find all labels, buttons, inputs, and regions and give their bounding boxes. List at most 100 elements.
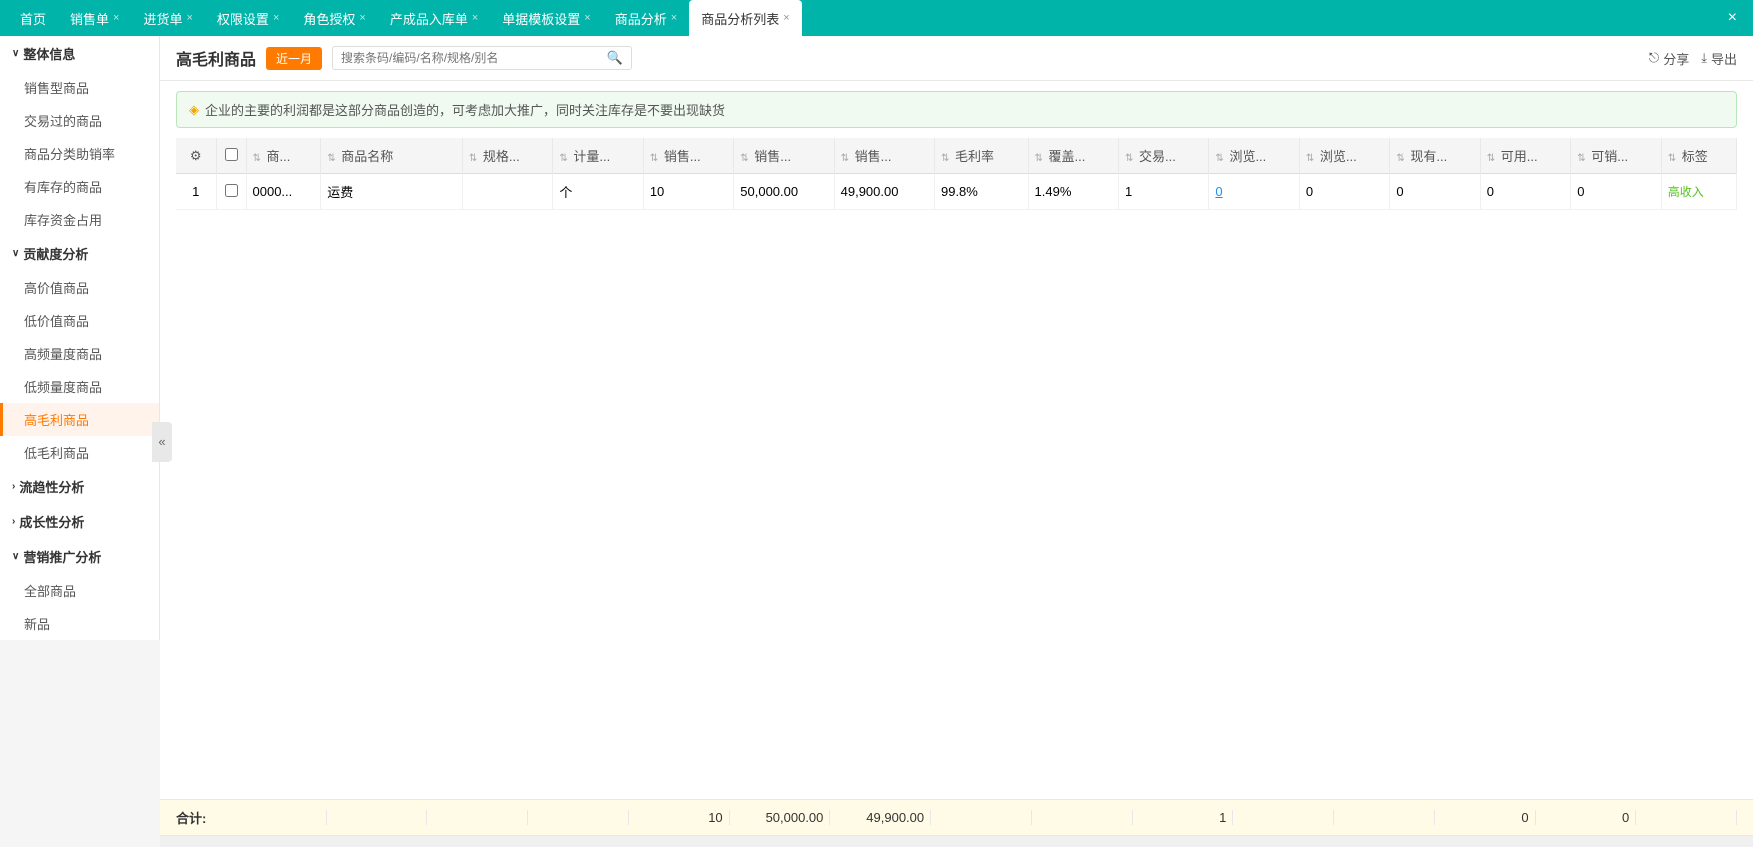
sort-icon: ⇅ bbox=[469, 153, 477, 164]
sidebar-item-high-freq[interactable]: 高频量度商品 bbox=[0, 337, 159, 370]
col-code[interactable]: ⇅ 商... bbox=[246, 138, 321, 174]
sidebar-item-all-goods[interactable]: 全部商品 bbox=[0, 574, 159, 607]
col-browse2[interactable]: ⇅ 浏览... bbox=[1299, 138, 1389, 174]
search-input[interactable] bbox=[341, 51, 601, 65]
col-sales-amount[interactable]: ⇅ 销售... bbox=[734, 138, 834, 174]
tip-icon: ◈ bbox=[189, 102, 199, 118]
col-browse1[interactable]: ⇅ 浏览... bbox=[1209, 138, 1299, 174]
sort-icon: ⇅ bbox=[740, 153, 748, 164]
footer-cells: 10 50,000.00 49,900.00 1 0 0 bbox=[226, 810, 1737, 825]
row-checkbox[interactable] bbox=[225, 184, 238, 197]
nav-tab-purchase[interactable]: 进货单 × bbox=[131, 0, 204, 36]
nav-tab-templates[interactable]: 单据模板设置 × bbox=[490, 0, 602, 36]
footer-cell-empty8 bbox=[1334, 810, 1435, 825]
nav-tab-products[interactable]: 产成品入库单 × bbox=[378, 0, 490, 36]
cell-saleable: 0 bbox=[1571, 174, 1661, 210]
sidebar-item-low-freq[interactable]: 低频量度商品 bbox=[0, 370, 159, 403]
col-sales-qty[interactable]: ⇅ 销售... bbox=[643, 138, 733, 174]
col-coverage[interactable]: ⇅ 覆盖... bbox=[1028, 138, 1118, 174]
col-saleable[interactable]: ⇅ 可销... bbox=[1571, 138, 1661, 174]
footer-cell-sales-cost: 49,900.00 bbox=[830, 810, 931, 825]
close-icon[interactable]: × bbox=[584, 12, 590, 24]
nav-tab-sales[interactable]: 销售单 × bbox=[58, 0, 131, 36]
col-spec[interactable]: ⇅ 规格... bbox=[462, 138, 552, 174]
header-actions: ⎋ 分享 ⤓ 导出 bbox=[1649, 49, 1737, 68]
sidebar-item-low-margin[interactable]: 低毛利商品 bbox=[0, 436, 159, 469]
search-icon[interactable]: 🔍 bbox=[607, 50, 623, 66]
sidebar-item-category-rate[interactable]: 商品分类助销率 bbox=[0, 137, 159, 170]
cell-name: 运费 bbox=[321, 174, 463, 210]
footer-cell-sales-amount: 50,000.00 bbox=[730, 810, 831, 825]
sort-icon: ⇅ bbox=[841, 153, 849, 164]
col-name[interactable]: ⇅ 商品名称 bbox=[321, 138, 463, 174]
footer-label: 合计: bbox=[176, 808, 216, 827]
share-button[interactable]: ⎋ 分享 bbox=[1649, 49, 1689, 68]
col-available[interactable]: ⇅ 可用... bbox=[1480, 138, 1570, 174]
sort-icon: ⇅ bbox=[1125, 153, 1133, 164]
close-icon[interactable]: × bbox=[359, 12, 365, 24]
col-transaction[interactable]: ⇅ 交易... bbox=[1118, 138, 1208, 174]
cell-coverage: 1.49% bbox=[1028, 174, 1118, 210]
sidebar-section-marketing[interactable]: ∨ 营销推广分析 bbox=[0, 539, 159, 574]
cell-sales-amount: 50,000.00 bbox=[734, 174, 834, 210]
col-sales-cost[interactable]: ⇅ 销售... bbox=[834, 138, 934, 174]
nav-tab-permissions[interactable]: 权限设置 × bbox=[205, 0, 291, 36]
sidebar-section-overall[interactable]: ∨ 整体信息 bbox=[0, 36, 159, 71]
content-area: 高毛利商品 近一月 🔍 ⎋ 分享 ⤓ 导出 ◈ 企业的主要的利润都是这部分商品创… bbox=[160, 36, 1753, 847]
top-navigation: 首页 销售单 × 进货单 × 权限设置 × 角色授权 × 产成品入库单 × 单据… bbox=[0, 0, 1753, 36]
sidebar-item-stock-goods[interactable]: 有库存的商品 bbox=[0, 170, 159, 203]
sidebar-item-low-value[interactable]: 低价值商品 bbox=[0, 304, 159, 337]
search-box: 🔍 bbox=[332, 46, 632, 70]
close-icon[interactable]: × bbox=[472, 12, 478, 24]
col-gross-margin[interactable]: ⇅ 毛利率 bbox=[934, 138, 1028, 174]
close-all-button[interactable]: × bbox=[1720, 9, 1745, 27]
sidebar: ∨ 整体信息 销售型商品 交易过的商品 商品分类助销率 有库存的商品 库存资金占… bbox=[0, 36, 160, 640]
sort-icon: ⇅ bbox=[1577, 153, 1585, 164]
nav-tab-analysis-list[interactable]: 商品分析列表 × bbox=[689, 0, 801, 36]
time-filter-button[interactable]: 近一月 bbox=[266, 47, 322, 70]
sidebar-item-high-margin[interactable]: 高毛利商品 bbox=[0, 403, 159, 436]
footer-bar: 合计: 10 50,000.00 49,900.00 1 0 0 bbox=[160, 799, 1753, 835]
col-settings[interactable]: ⚙ bbox=[176, 138, 216, 174]
sort-icon: ⇅ bbox=[941, 153, 949, 164]
export-button[interactable]: ⤓ 导出 bbox=[1701, 49, 1737, 68]
close-icon[interactable]: × bbox=[273, 12, 279, 24]
sidebar-item-new-goods[interactable]: 新品 bbox=[0, 607, 159, 640]
nav-tab-home[interactable]: 首页 bbox=[8, 0, 58, 36]
cell-current-stock: 0 bbox=[1390, 174, 1480, 210]
table-container[interactable]: ⚙ ⇅ 商... ⇅ 商品名称 bbox=[160, 138, 1753, 799]
sidebar-section-growth[interactable]: › 成长性分析 bbox=[0, 504, 159, 539]
select-all-checkbox[interactable] bbox=[225, 148, 238, 161]
col-unit[interactable]: ⇅ 计量... bbox=[553, 138, 643, 174]
col-checkbox[interactable] bbox=[216, 138, 246, 174]
cell-tag: 高收入 bbox=[1661, 174, 1736, 210]
sidebar-item-sales-goods[interactable]: 销售型商品 bbox=[0, 71, 159, 104]
cell-spec bbox=[462, 174, 552, 210]
close-icon[interactable]: × bbox=[113, 12, 119, 24]
sidebar-item-stock-capital[interactable]: 库存资金占用 bbox=[0, 203, 159, 236]
col-current-stock[interactable]: ⇅ 现有... bbox=[1390, 138, 1480, 174]
cell-browse2: 0 bbox=[1299, 174, 1389, 210]
table-row: 1 0000... 运费 个 10 50,000.00 49,900.00 99… bbox=[176, 174, 1737, 210]
arrow-icon: ∨ bbox=[12, 248, 19, 259]
sidebar-section-trend[interactable]: › 流趋性分析 bbox=[0, 469, 159, 504]
cell-checkbox[interactable] bbox=[216, 174, 246, 210]
sidebar-item-traded-goods[interactable]: 交易过的商品 bbox=[0, 104, 159, 137]
footer-cell-available: 0 bbox=[1536, 810, 1637, 825]
close-icon[interactable]: × bbox=[671, 12, 677, 24]
footer-cell-empty4 bbox=[528, 810, 629, 825]
cell-unit: 个 bbox=[553, 174, 643, 210]
sidebar-section-contribution[interactable]: ∨ 贡献度分析 bbox=[0, 236, 159, 271]
col-tag[interactable]: ⇅ 标签 bbox=[1661, 138, 1736, 174]
nav-tab-analysis[interactable]: 商品分析 × bbox=[603, 0, 689, 36]
cell-available: 0 bbox=[1480, 174, 1570, 210]
nav-tab-roles[interactable]: 角色授权 × bbox=[291, 0, 377, 36]
sidebar-collapse-button[interactable]: « bbox=[152, 422, 172, 462]
horizontal-scrollbar[interactable] bbox=[160, 835, 1753, 847]
cell-browse1[interactable]: 0 bbox=[1209, 174, 1299, 210]
close-icon[interactable]: × bbox=[783, 12, 789, 24]
cell-sales-qty: 10 bbox=[643, 174, 733, 210]
footer-cell-empty5 bbox=[931, 810, 1032, 825]
sidebar-item-high-value[interactable]: 高价值商品 bbox=[0, 271, 159, 304]
close-icon[interactable]: × bbox=[186, 12, 192, 24]
